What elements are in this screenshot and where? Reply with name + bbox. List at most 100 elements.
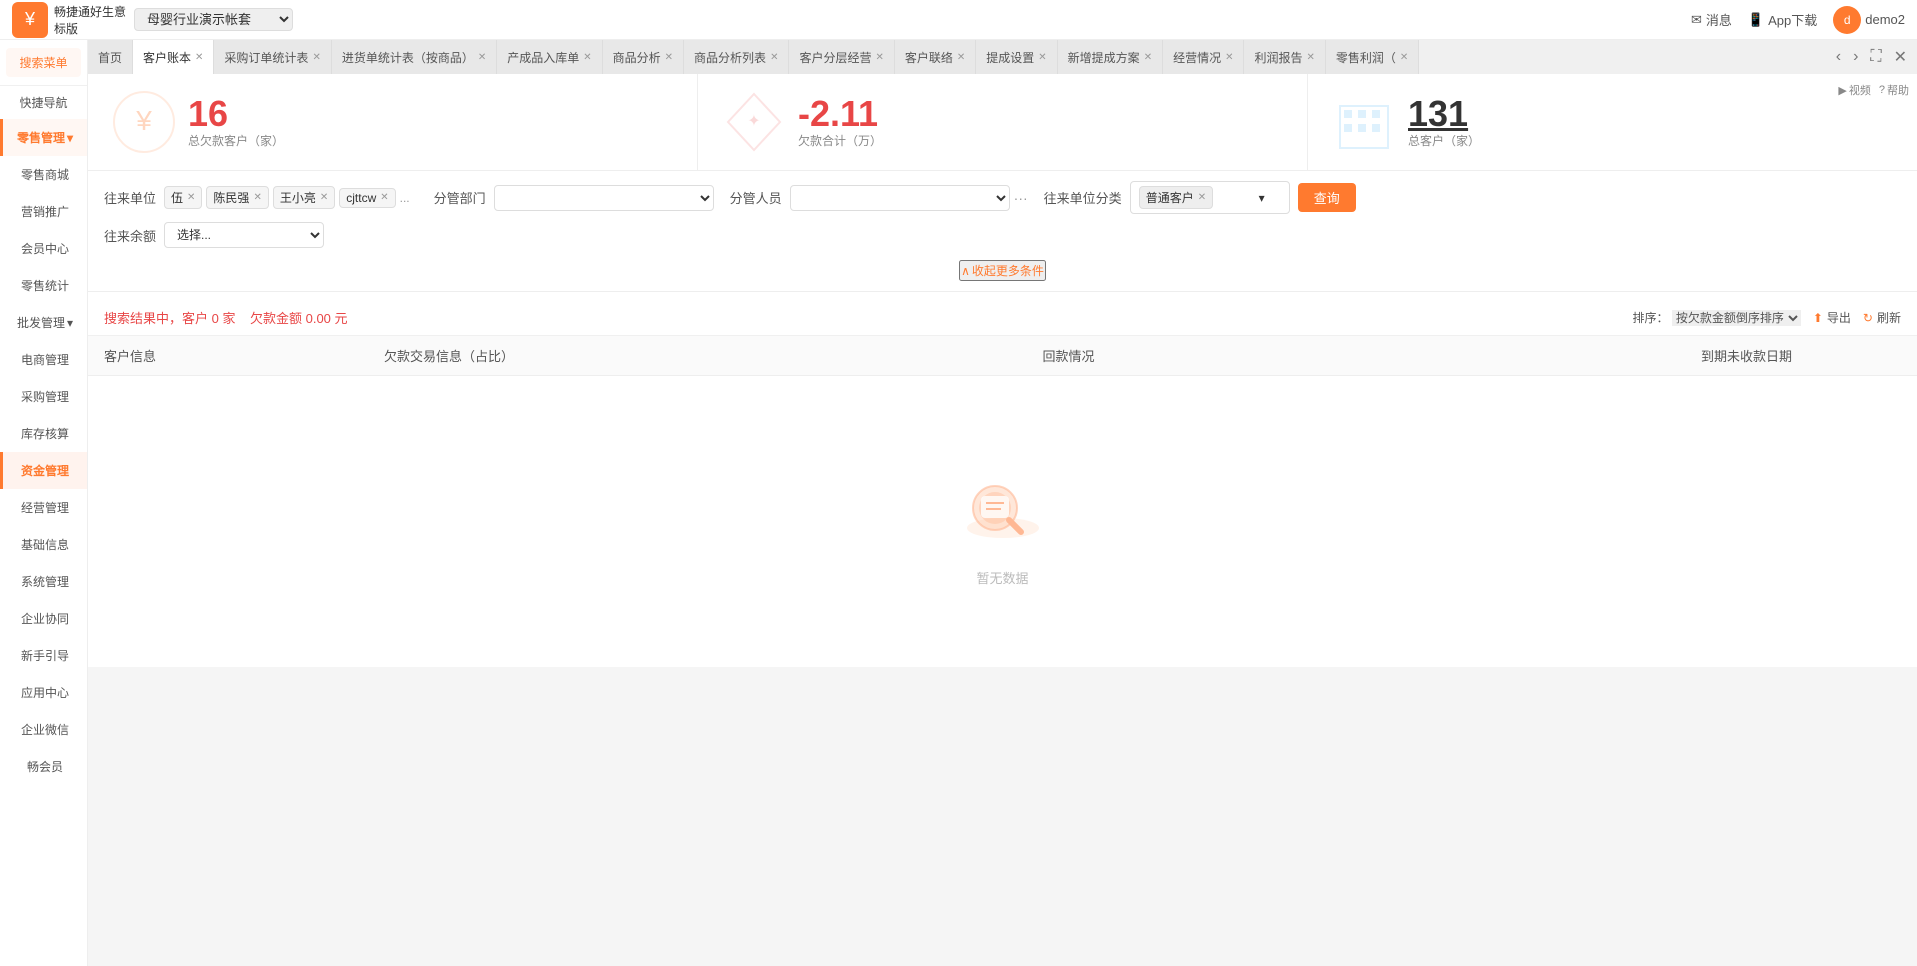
result-count: 0 [212, 311, 219, 326]
tab-home[interactable]: 首页 [88, 40, 133, 74]
svg-text:¥: ¥ [135, 105, 152, 136]
tag-close-icon[interactable]: ✕ [380, 192, 388, 203]
tab-in-stock-stat[interactable]: 进货单统计表（按商品） ✕ [332, 40, 497, 74]
balance-filter-label: 往来余额 [104, 226, 156, 245]
sidebar-item-enterprise-coop[interactable]: 企业协同 [0, 600, 87, 637]
page-actions: ▶ 视频 ? 帮助 [1838, 82, 1909, 98]
quick-nav-btn[interactable]: 快捷导航 [0, 86, 87, 119]
query-btn[interactable]: 查询 [1298, 183, 1356, 212]
stat-value-total-customers: 131 [1408, 96, 1480, 132]
tab-purchase-order-stat[interactable]: 采购订单统计表 ✕ [214, 40, 331, 74]
sidebar-item-operation-mgmt[interactable]: 经营管理 [0, 489, 87, 526]
unit-category-select[interactable]: 普通客户 ✕ ▾ [1130, 181, 1290, 214]
tab-close-icon[interactable]: ✕ [1038, 52, 1046, 63]
help-action-btn[interactable]: ? 帮助 [1879, 82, 1909, 98]
sidebar-item-basic-info[interactable]: 基础信息 [0, 526, 87, 563]
tab-prev-btn[interactable]: ‹ [1832, 46, 1845, 68]
filter-tag-unit4[interactable]: cjttcw ✕ [339, 188, 395, 208]
tag-close-icon[interactable]: ✕ [253, 192, 261, 203]
tab-close-icon[interactable]: ✕ [478, 52, 486, 63]
sidebar-item-label: 营销推广 [21, 205, 69, 219]
tab-close-icon[interactable]: ✕ [1400, 52, 1408, 63]
message-btn[interactable]: ✉ 消息 [1691, 10, 1732, 29]
chevron-down-icon: ▾ [1259, 191, 1265, 205]
sidebar-item-retail-mgmt[interactable]: 零售管理 ▾ [0, 119, 87, 156]
tab-close-icon[interactable]: ✕ [1307, 52, 1315, 63]
sidebar-item-enterprise-wechat[interactable]: 企业微信 [0, 711, 87, 748]
sidebar-item-retail-mall[interactable]: 零售商城 [0, 156, 87, 193]
tab-close-icon[interactable]: ✕ [583, 52, 591, 63]
tab-close-icon[interactable]: ✕ [770, 52, 778, 63]
tab-close-icon[interactable]: ✕ [312, 52, 320, 63]
sidebar-item-new-guide[interactable]: 新手引导 [0, 637, 87, 674]
tag-close-icon[interactable]: ✕ [1198, 192, 1206, 203]
tab-retail-profit[interactable]: 零售利润（ ✕ [1326, 40, 1419, 74]
tab-goods-analysis[interactable]: 商品分析 ✕ [603, 40, 684, 74]
sort-select[interactable]: 按欠款金额倒序排序 [1672, 310, 1801, 326]
tab-close-all-btn[interactable]: ✕ [1890, 45, 1911, 69]
sidebar-item-ecommerce-mgmt[interactable]: 电商管理 [0, 341, 87, 378]
tab-label: 零售利润（ [1336, 49, 1396, 66]
col-header-due-date: 到期未收款日期 [1701, 346, 1901, 365]
collapse-btn[interactable]: ∧ 收起更多条件 [959, 260, 1046, 281]
col-header-customer-info: 客户信息 [104, 346, 384, 365]
tab-customer-contact[interactable]: 客户联络 ✕ [895, 40, 976, 74]
tab-close-icon[interactable]: ✕ [1144, 52, 1152, 63]
tab-new-raise-plan[interactable]: 新增提成方案 ✕ [1058, 40, 1163, 74]
tab-close-icon[interactable]: ✕ [957, 52, 965, 63]
refresh-btn[interactable]: ↻ 刷新 [1863, 309, 1901, 326]
tab-goods-analysis-list[interactable]: 商品分析列表 ✕ [684, 40, 789, 74]
sidebar-item-inventory-check[interactable]: 库存核算 [0, 415, 87, 452]
sidebar-item-member-center[interactable]: 会员中心 [0, 230, 87, 267]
person-filter-dots[interactable]: ··· [1014, 190, 1028, 206]
sidebar-item-label: 批发管理 [17, 314, 65, 331]
tab-close-icon[interactable]: ✕ [195, 52, 203, 63]
sidebar-item-wholesale-mgmt[interactable]: 批发管理 ▾ [0, 304, 87, 341]
tab-product-in[interactable]: 产成品入库单 ✕ [497, 40, 602, 74]
collapse-section: ∧ 收起更多条件 [104, 256, 1901, 281]
stat-value-debt: -2.11 [798, 96, 882, 132]
app-download-btn[interactable]: 📱 App下载 [1748, 10, 1817, 29]
stat-bg-icon-yen: ¥ [112, 90, 176, 154]
sidebar-item-retail-stat[interactable]: 零售统计 [0, 267, 87, 304]
account-select[interactable]: 母婴行业演示帐套 [134, 8, 293, 31]
export-btn[interactable]: ⬆ 导出 [1813, 309, 1851, 326]
dept-select[interactable] [494, 185, 714, 211]
sidebar-item-capital-mgmt[interactable]: 资金管理 [0, 452, 87, 489]
sidebar-item-vip-member[interactable]: 畅会员 [0, 748, 87, 785]
tag-close-icon[interactable]: ✕ [187, 192, 195, 203]
category-tag-normal: 普通客户 ✕ [1139, 186, 1213, 209]
play-icon: ▶ [1838, 84, 1846, 97]
tag-close-icon[interactable]: ✕ [320, 192, 328, 203]
tab-operation-status[interactable]: 经营情况 ✕ [1163, 40, 1244, 74]
user-profile[interactable]: d demo2 [1833, 6, 1905, 34]
tab-close-icon[interactable]: ✕ [665, 52, 673, 63]
tab-profit-report[interactable]: 利润报告 ✕ [1244, 40, 1325, 74]
stat-card-debt: ✦ -2.11 欠款合计（万） [698, 74, 1308, 170]
person-filter-label: 分管人员 [730, 188, 782, 207]
tab-next-btn[interactable]: › [1849, 46, 1862, 68]
tab-close-icon[interactable]: ✕ [1225, 52, 1233, 63]
sidebar-item-app-center[interactable]: 应用中心 [0, 674, 87, 711]
sidebar-item-purchase-mgmt[interactable]: 采购管理 [0, 378, 87, 415]
sidebar-item-system-mgmt[interactable]: 系统管理 [0, 563, 87, 600]
tab-customer-segment[interactable]: 客户分层经营 ✕ [789, 40, 894, 74]
tab-close-icon[interactable]: ✕ [875, 52, 883, 63]
tab-raise-setting[interactable]: 提成设置 ✕ [976, 40, 1057, 74]
tab-customer-debt[interactable]: 客户账本 ✕ [133, 40, 214, 74]
tab-fullscreen-btn[interactable]: ⛶ [1866, 46, 1885, 68]
filter-bar: 往来单位 伍 ✕ 陈民强 ✕ 王小亮 [88, 171, 1917, 292]
video-action-btn[interactable]: ▶ 视频 [1838, 82, 1870, 98]
sidebar-item-marketing[interactable]: 营销推广 [0, 193, 87, 230]
search-menu-btn[interactable]: 搜索菜单 [6, 48, 81, 77]
filter-tag-unit3[interactable]: 王小亮 ✕ [273, 186, 335, 209]
balance-select[interactable]: 选择... [164, 222, 324, 248]
filter-more-tags[interactable]: ... [400, 191, 410, 205]
tab-label: 商品分析 [613, 49, 661, 66]
sidebar-item-label: 零售统计 [21, 279, 69, 293]
filter-tag-unit1[interactable]: 伍 ✕ [164, 186, 202, 209]
table-actions: 排序： 按欠款金额倒序排序 ⬆ 导出 ↻ 刷新 [1633, 309, 1902, 326]
person-select[interactable] [790, 185, 1010, 211]
filter-tag-unit2[interactable]: 陈民强 ✕ [206, 186, 268, 209]
sidebar-item-label: 电商管理 [21, 353, 69, 367]
